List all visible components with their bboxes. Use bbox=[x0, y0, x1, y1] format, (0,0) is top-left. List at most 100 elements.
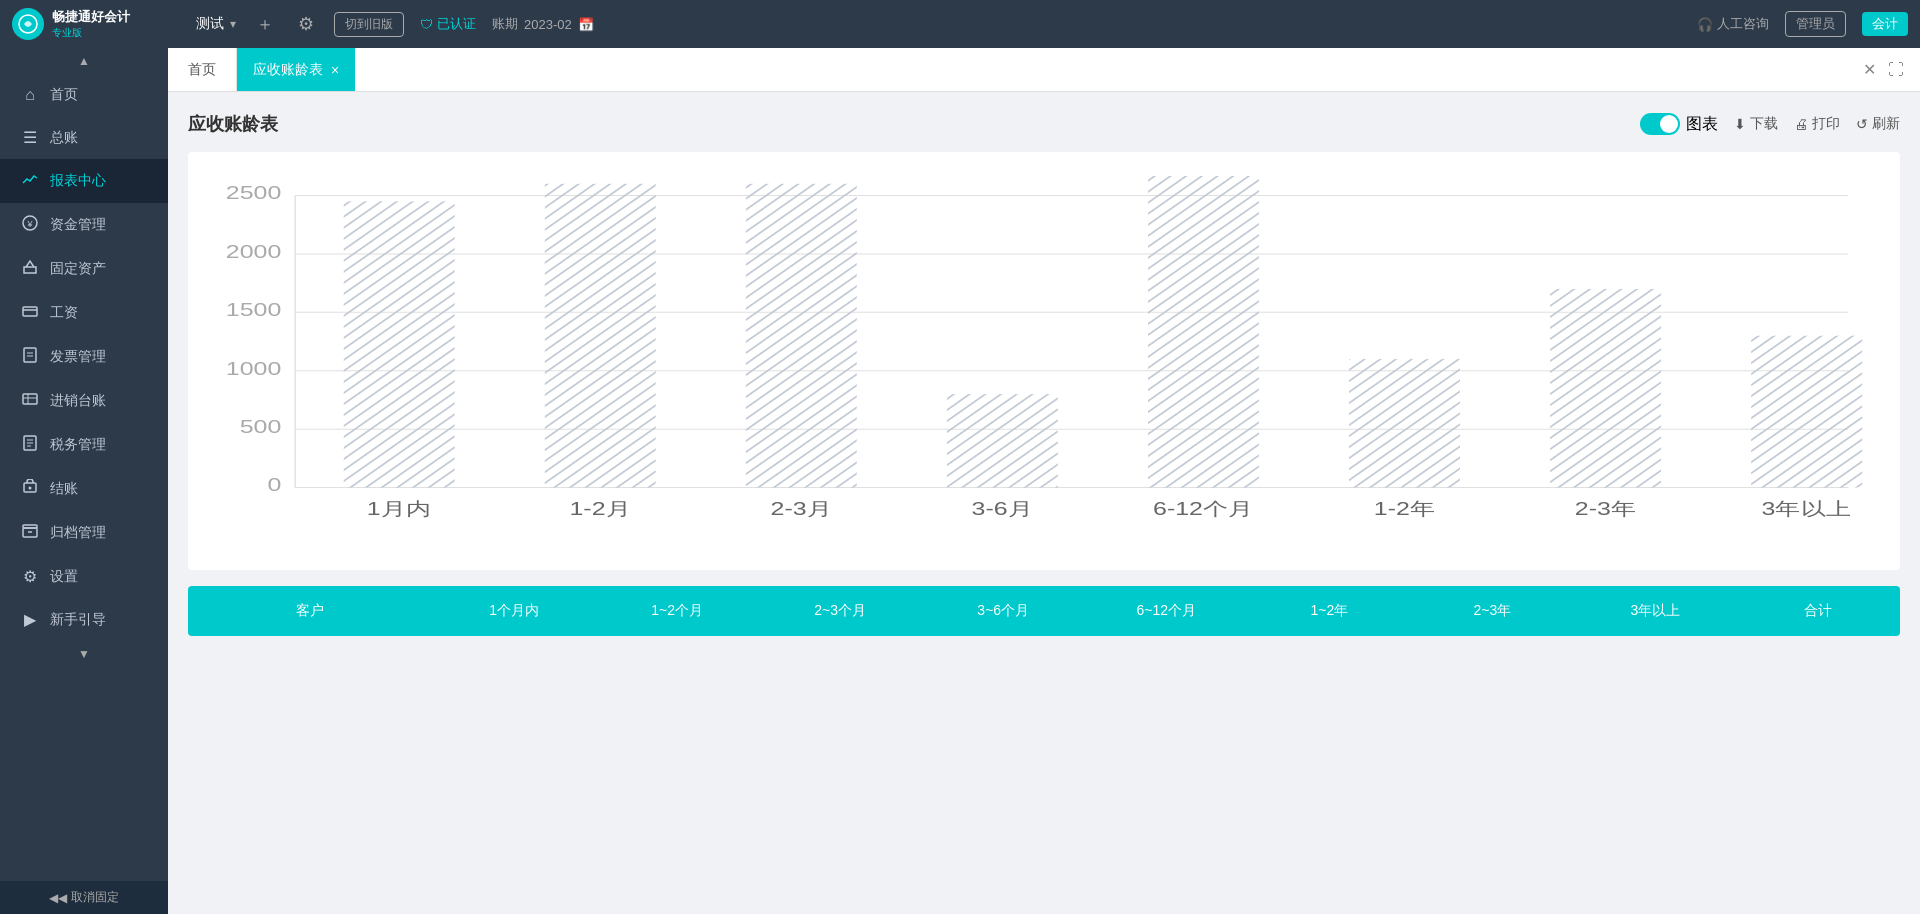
chart-svg: 0 500 1000 1500 2000 2500 bbox=[212, 176, 1876, 546]
bar-3年以上 bbox=[1751, 336, 1862, 488]
invoices-icon bbox=[20, 347, 40, 367]
tab-close-window-button[interactable]: ✕ bbox=[1863, 60, 1876, 79]
sidebar-item-wages[interactable]: 工资 bbox=[0, 291, 168, 335]
headset-icon: 🎧 bbox=[1697, 17, 1713, 32]
assets-icon bbox=[20, 259, 40, 279]
calendar-icon[interactable]: 📅 bbox=[578, 17, 594, 32]
tab-active-label: 应收账龄表 bbox=[253, 61, 323, 79]
download-icon: ⬇ bbox=[1734, 116, 1746, 132]
sidebar-item-tax[interactable]: 税务管理 bbox=[0, 423, 168, 467]
svg-rect-6 bbox=[24, 348, 36, 362]
sidebar-item-reports[interactable]: 报表中心 bbox=[0, 159, 168, 203]
svg-rect-4 bbox=[23, 307, 37, 316]
switch-old-button[interactable]: 切到旧版 bbox=[334, 12, 404, 37]
sidebar-item-home[interactable]: ⌂ 首页 bbox=[0, 74, 168, 116]
wages-icon bbox=[20, 303, 40, 323]
sidebar-item-label: 发票管理 bbox=[50, 348, 106, 366]
bar-6-12月 bbox=[1148, 176, 1259, 488]
logo-main-text: 畅捷通好会计 bbox=[52, 8, 130, 26]
settings-header-button[interactable]: ⚙ bbox=[294, 9, 318, 39]
logo-icon bbox=[12, 8, 44, 40]
home-icon: ⌂ bbox=[20, 86, 40, 104]
sidebar-item-guide[interactable]: ▶ 新手引导 bbox=[0, 598, 168, 641]
header-center: 测试 ▾ ＋ ⚙ 切到旧版 🛡 已认证 账期 2023-02 📅 bbox=[180, 8, 1697, 40]
bar-1-2月 bbox=[545, 184, 656, 488]
support-button[interactable]: 🎧 人工咨询 bbox=[1697, 15, 1769, 33]
sidebar-item-label: 总账 bbox=[50, 129, 78, 147]
period-label: 账期 bbox=[492, 15, 518, 33]
top-header: 畅捷通好会计 专业版 测试 ▾ ＋ ⚙ 切到旧版 🛡 已认证 账期 2023-0… bbox=[0, 0, 1920, 48]
shield-icon: 🛡 bbox=[420, 17, 433, 32]
tab-fullscreen-button[interactable]: ⛶ bbox=[1888, 61, 1904, 79]
col-3year-plus: 3年以上 bbox=[1574, 586, 1737, 636]
svg-point-17 bbox=[29, 487, 32, 490]
header-right: 🎧 人工咨询 管理员 会计 bbox=[1697, 11, 1908, 37]
table-header: 客户 1个月内 1~2个月 2~3个月 3~6个月 6~12个月 1~2年 2~… bbox=[188, 586, 1900, 636]
tab-home[interactable]: 首页 bbox=[168, 48, 237, 91]
tax-icon bbox=[20, 435, 40, 455]
chart-toggle[interactable]: 图表 bbox=[1640, 113, 1718, 135]
toggle-background[interactable] bbox=[1640, 113, 1680, 135]
verified-label: 已认证 bbox=[437, 15, 476, 33]
svg-text:1月内: 1月内 bbox=[367, 499, 432, 519]
add-button[interactable]: ＋ bbox=[252, 8, 278, 40]
page-content: 应收账龄表 图表 ⬇ 下载 🖨 打印 bbox=[168, 92, 1920, 914]
print-button[interactable]: 🖨 打印 bbox=[1794, 115, 1840, 133]
sidebar-item-sales[interactable]: 进销台账 bbox=[0, 379, 168, 423]
sidebar-item-label: 报表中心 bbox=[50, 172, 106, 190]
sidebar-item-invoices[interactable]: 发票管理 bbox=[0, 335, 168, 379]
svg-rect-19 bbox=[23, 525, 37, 528]
logo-text: 畅捷通好会计 专业版 bbox=[52, 8, 130, 40]
svg-text:6-12个月: 6-12个月 bbox=[1153, 499, 1254, 519]
sidebar-item-label: 设置 bbox=[50, 568, 78, 586]
sidebar-item-settings[interactable]: ⚙ 设置 bbox=[0, 555, 168, 598]
bar-1月内 bbox=[344, 201, 455, 487]
company-selector[interactable]: 测试 ▾ bbox=[196, 15, 236, 33]
col-1-2month: 1~2个月 bbox=[596, 586, 759, 636]
sidebar-item-funds[interactable]: ¥ 资金管理 bbox=[0, 203, 168, 247]
refresh-button[interactable]: ↺ 刷新 bbox=[1856, 115, 1900, 133]
refresh-label: 刷新 bbox=[1872, 115, 1900, 133]
svg-text:2-3年: 2-3年 bbox=[1575, 499, 1637, 519]
sidebar-item-archive[interactable]: 归档管理 bbox=[0, 511, 168, 555]
sidebar-item-label: 结账 bbox=[50, 480, 78, 498]
bar-3-6月 bbox=[947, 394, 1058, 487]
svg-rect-9 bbox=[23, 394, 37, 404]
accountant-button[interactable]: 会计 bbox=[1862, 12, 1908, 36]
sidebar-item-label: 进销台账 bbox=[50, 392, 106, 410]
tab-bar: 首页 应收账龄表 × ✕ ⛶ bbox=[168, 48, 1920, 92]
reports-icon bbox=[20, 171, 40, 191]
tab-reports[interactable]: 应收账龄表 × bbox=[237, 48, 355, 91]
refresh-icon: ↺ bbox=[1856, 116, 1868, 132]
col-2-3year: 2~3年 bbox=[1411, 586, 1574, 636]
archive-icon bbox=[20, 523, 40, 543]
chart-container: 0 500 1000 1500 2000 2500 bbox=[188, 152, 1900, 570]
period-info: 账期 2023-02 📅 bbox=[492, 15, 594, 33]
scroll-down-button[interactable]: ▼ bbox=[0, 641, 168, 667]
cancel-fixed-button[interactable]: ◀◀ 取消固定 bbox=[0, 881, 168, 914]
sidebar-item-label: 工资 bbox=[50, 304, 78, 322]
admin-button[interactable]: 管理员 bbox=[1785, 11, 1846, 37]
sidebar-item-assets[interactable]: 固定资产 bbox=[0, 247, 168, 291]
sidebar-item-ledger[interactable]: ☰ 总账 bbox=[0, 116, 168, 159]
svg-text:2-3月: 2-3月 bbox=[771, 499, 833, 519]
col-6-12month: 6~12个月 bbox=[1085, 586, 1248, 636]
settings-icon: ⚙ bbox=[20, 567, 40, 586]
sidebar-item-close[interactable]: 结账 bbox=[0, 467, 168, 511]
support-label: 人工咨询 bbox=[1717, 15, 1769, 33]
svg-text:2500: 2500 bbox=[226, 183, 281, 203]
verified-badge: 🛡 已认证 bbox=[420, 15, 476, 33]
col-1month: 1个月内 bbox=[433, 586, 596, 636]
period-value: 2023-02 bbox=[524, 17, 572, 32]
sidebar: ▲ ⌂ 首页 ☰ 总账 报表中心 ¥ 资金管理 bbox=[0, 48, 168, 914]
bar-2-3年 bbox=[1550, 289, 1661, 488]
tab-close-button[interactable]: × bbox=[331, 63, 339, 77]
scroll-up-button[interactable]: ▲ bbox=[0, 48, 168, 74]
download-label: 下载 bbox=[1750, 115, 1778, 133]
download-button[interactable]: ⬇ 下载 bbox=[1734, 115, 1778, 133]
bar-chart: 0 500 1000 1500 2000 2500 bbox=[212, 176, 1876, 546]
page-header: 应收账龄表 图表 ⬇ 下载 🖨 打印 bbox=[188, 112, 1900, 136]
tab-bar-actions: ✕ ⛶ bbox=[1863, 48, 1920, 91]
print-icon: 🖨 bbox=[1794, 116, 1808, 132]
svg-text:3-6月: 3-6月 bbox=[972, 499, 1034, 519]
